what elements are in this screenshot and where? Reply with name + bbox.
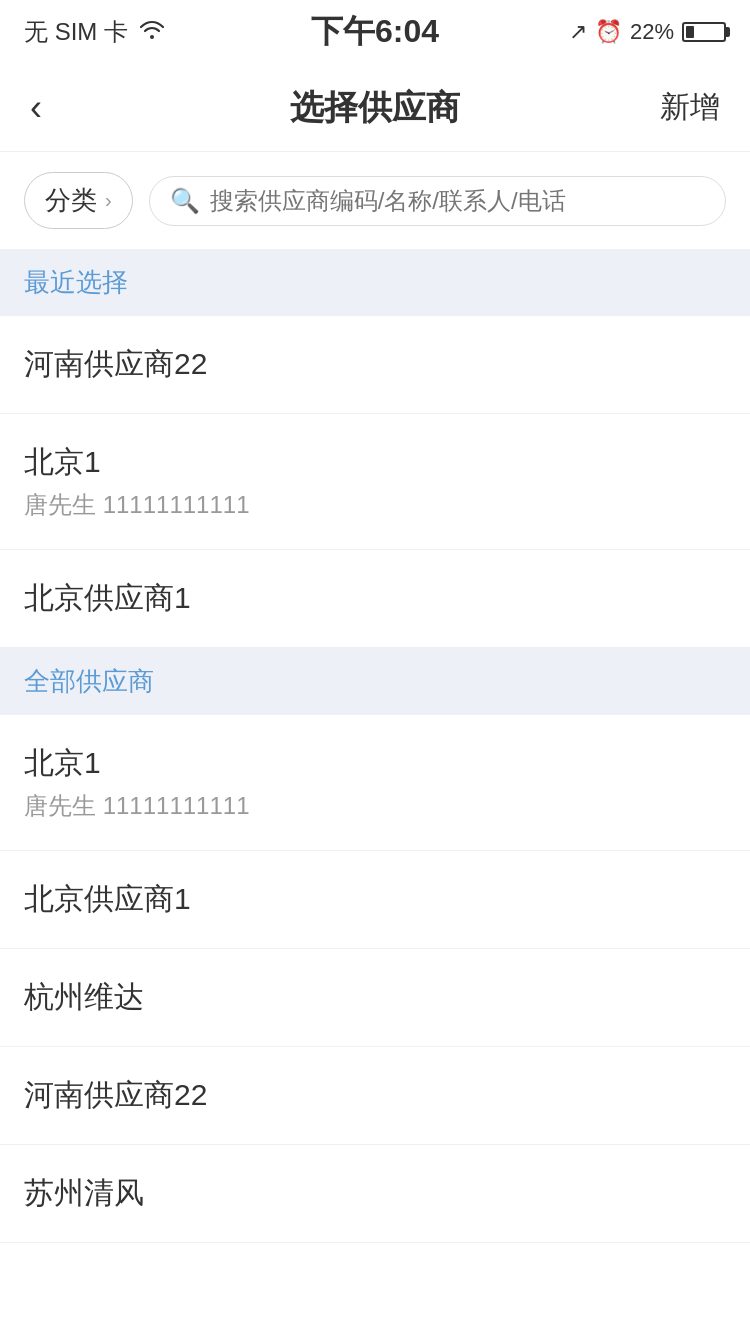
item-name: 北京1 [24, 743, 726, 784]
all-list: 北京1 唐先生 11111111111 北京供应商1 杭州维达河南供应商22 苏州清风 [0, 715, 750, 1243]
add-button[interactable]: 新增 [660, 87, 720, 128]
item-contact: 唐先生 11111111111 [24, 489, 726, 521]
all-list-item[interactable]: 河南供应商22 [0, 1047, 750, 1145]
location-icon: ↗ [569, 19, 587, 45]
search-input[interactable] [210, 187, 705, 215]
all-list-item[interactable]: 北京1 唐先生 11111111111 [0, 715, 750, 851]
status-right: ↗ ⏰ 22% [569, 19, 726, 45]
recent-list-item[interactable]: 河南供应商22 [0, 316, 750, 414]
item-name: 杭州维达 [24, 977, 726, 1018]
item-name: 北京供应商1 [24, 578, 726, 619]
chevron-right-icon: › [105, 189, 112, 212]
recent-section-header: 最近选择 [0, 249, 750, 316]
back-button[interactable]: ‹ [30, 87, 90, 129]
item-contact: 唐先生 11111111111 [24, 790, 726, 822]
recent-section-label: 最近选择 [24, 267, 128, 297]
all-list-item[interactable]: 北京供应商1 [0, 851, 750, 949]
nav-bar: ‹ 选择供应商 新增 [0, 64, 750, 152]
all-list-item[interactable]: 苏州清风 [0, 1145, 750, 1243]
status-bar: 无 SIM 卡 下午6:04 ↗ ⏰ 22% [0, 0, 750, 64]
wifi-icon [138, 18, 166, 46]
alarm-icon: ⏰ [595, 19, 622, 45]
recent-list-item[interactable]: 北京供应商1 [0, 550, 750, 648]
carrier-text: 无 SIM 卡 [24, 16, 128, 48]
item-name: 北京1 [24, 442, 726, 483]
all-list-item[interactable]: 杭州维达 [0, 949, 750, 1047]
item-name: 北京供应商1 [24, 879, 726, 920]
filter-bar: 分类 › 🔍 [0, 152, 750, 249]
item-name: 苏州清风 [24, 1173, 726, 1214]
all-section-label: 全部供应商 [24, 666, 154, 696]
category-button[interactable]: 分类 › [24, 172, 133, 229]
status-time: 下午6:04 [311, 10, 439, 54]
status-left: 无 SIM 卡 [24, 16, 166, 48]
page-title: 选择供应商 [290, 85, 460, 131]
item-name: 河南供应商22 [24, 344, 726, 385]
battery-percent: 22% [630, 19, 674, 45]
search-icon: 🔍 [170, 187, 200, 215]
search-box[interactable]: 🔍 [149, 176, 726, 226]
battery-icon [682, 22, 726, 42]
recent-list-item[interactable]: 北京1 唐先生 11111111111 [0, 414, 750, 550]
all-section-header: 全部供应商 [0, 648, 750, 715]
recent-list: 河南供应商22 北京1 唐先生 11111111111 北京供应商1 [0, 316, 750, 648]
category-label: 分类 [45, 183, 97, 218]
item-name: 河南供应商22 [24, 1075, 726, 1116]
